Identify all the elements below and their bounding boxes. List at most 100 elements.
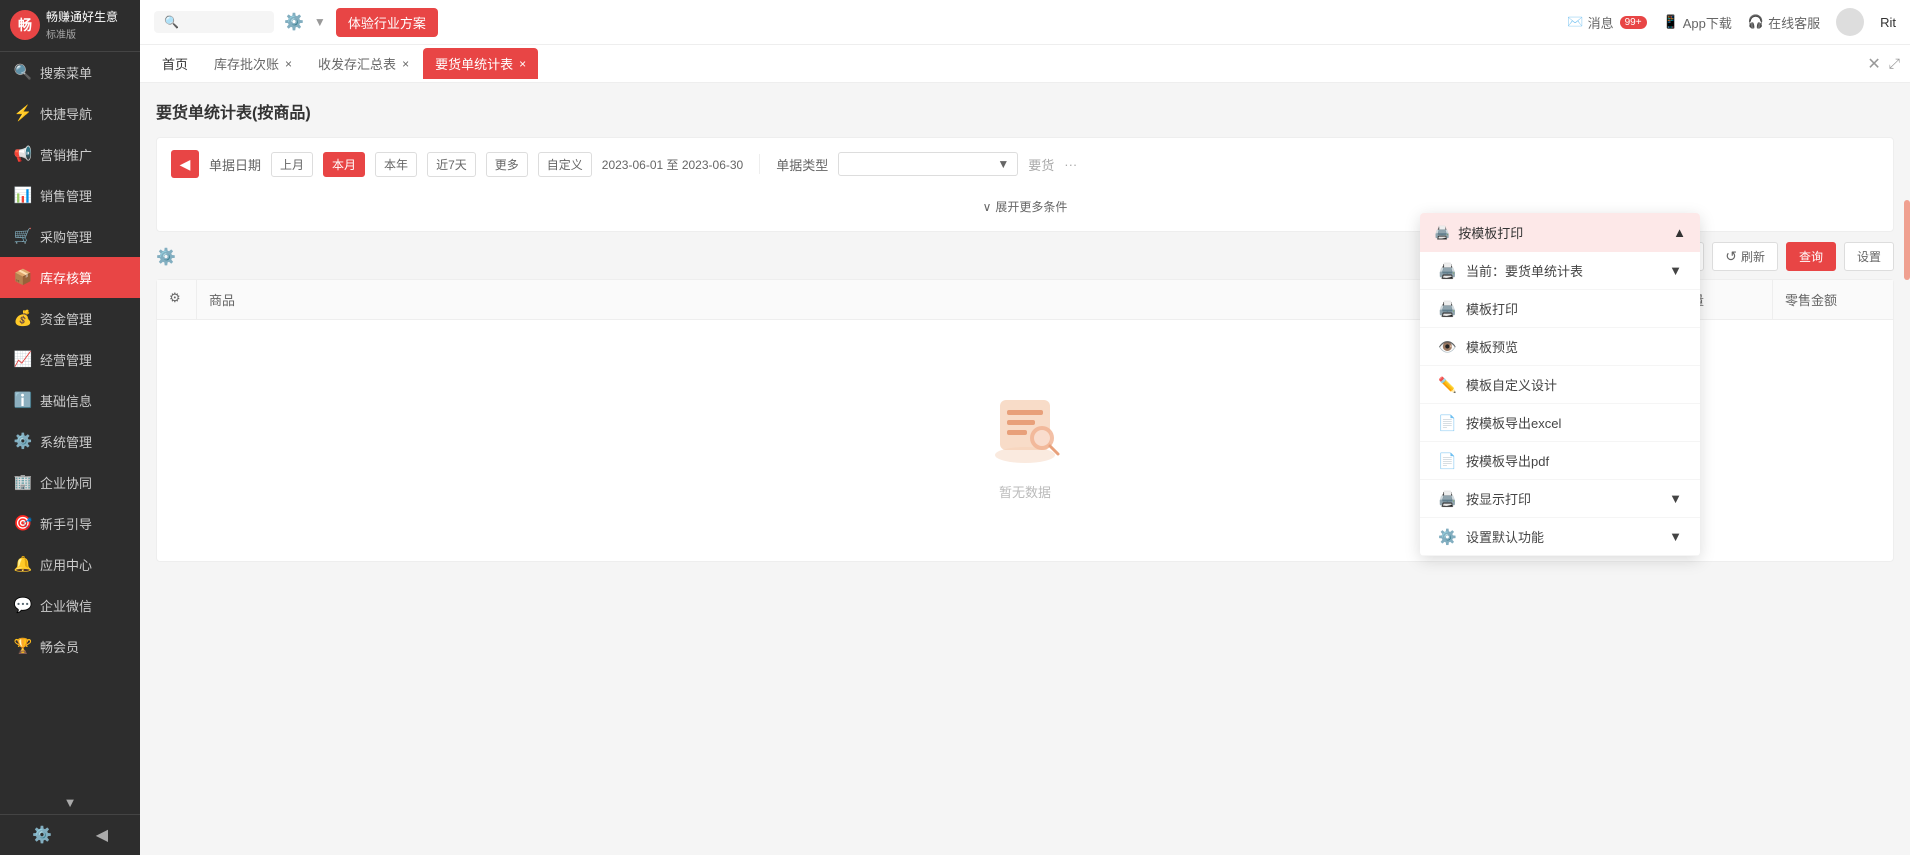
sidebar-item-member[interactable]: 🏆 畅会员 [0, 626, 140, 667]
close-window-icon[interactable]: ✕ [1867, 54, 1880, 74]
dropdown-arrow-icon[interactable]: ▼ [314, 15, 326, 29]
template-print-icon: 🖨️ [1438, 300, 1456, 318]
sidebar-item-basic[interactable]: ℹ️ 基础信息 [0, 380, 140, 421]
collapse-icon: ◀ [180, 156, 191, 173]
phone-icon: 📱 [1663, 14, 1679, 30]
operation-icon: 📈 [14, 350, 32, 368]
refresh-icon: ↺ [1725, 248, 1737, 265]
sidebar-item-marketing[interactable]: 📢 营销推广 [0, 134, 140, 175]
nav-label-operation: 经营管理 [40, 350, 92, 369]
sidebar-item-finance[interactable]: 💰 资金管理 [0, 298, 140, 339]
sidebar-logo: 畅 畅赚通好生意 标准版 [0, 0, 140, 52]
template-design-label: 模板自定义设计 [1466, 375, 1557, 394]
nav-label-purchase: 采购管理 [40, 227, 92, 246]
sidebar-item-enterprise[interactable]: 🏢 企业协同 [0, 462, 140, 503]
member-icon: 🏆 [14, 637, 32, 655]
basic-icon: ℹ️ [14, 391, 32, 409]
sidebar-item-sales[interactable]: 📊 销售管理 [0, 175, 140, 216]
date-btn-last-month[interactable]: 上月 [271, 152, 313, 177]
dropdown-display-print[interactable]: 🖨️ 按显示打印 ▼ [1420, 480, 1700, 518]
dropdown-close-icon[interactable]: ▲ [1673, 225, 1686, 240]
current-label: 当前：要货单统计表 [1466, 261, 1583, 280]
date-btn-this-year[interactable]: 本年 [375, 152, 417, 177]
tab-order-stats[interactable]: 要货单统计表 × [423, 48, 538, 79]
dropdown-current-item[interactable]: 🖨️ 当前：要货单统计表 ▼ [1420, 252, 1700, 290]
topbar-search[interactable]: 🔍 [154, 11, 274, 33]
tab-batch-label: 库存批次账 [214, 54, 279, 73]
sidebar-item-apps[interactable]: 🔔 应用中心 [0, 544, 140, 585]
nav-label-apps: 应用中心 [40, 555, 92, 574]
refresh-button[interactable]: ↺ 刷新 [1712, 242, 1778, 271]
dropdown-print-icon: 🖨️ [1434, 225, 1450, 241]
dropdown-header: 🖨️ 按模板打印 ▲ [1420, 213, 1700, 252]
sidebar-nav: 🔍 搜索菜单 ⚡ 快捷导航 📢 营销推广 📊 销售管理 🛒 采购管理 📦 库存核… [0, 52, 140, 791]
dropdown-default-func[interactable]: ⚙️ 设置默认功能 ▼ [1420, 518, 1700, 556]
topbar-settings-icon[interactable]: ⚙️ [284, 12, 304, 32]
dropdown-export-excel[interactable]: 📄 按模板导出excel [1420, 404, 1700, 442]
topbar-right: ✉️ 消息 99+ 📱 App下载 🎧 在线客服 Rit [1567, 8, 1896, 36]
tab-batch-account[interactable]: 库存批次账 × [202, 48, 304, 79]
col-settings[interactable]: ⚙ [157, 280, 197, 319]
message-badge: 99+ [1620, 16, 1647, 29]
date-btn-7days[interactable]: 近7天 [427, 152, 476, 177]
expand-more-btn[interactable]: ∨ 展开更多条件 [973, 194, 1078, 219]
date-btn-more[interactable]: 更多 [486, 152, 528, 177]
app-download-button[interactable]: 📱 App下载 [1663, 13, 1732, 32]
sidebar-item-purchase[interactable]: 🛒 采购管理 [0, 216, 140, 257]
gear-settings-icon[interactable]: ⚙️ [156, 249, 176, 266]
dropdown-template-preview[interactable]: 👁️ 模板预览 [1420, 328, 1700, 366]
dropdown-template-design[interactable]: ✏️ 模板自定义设计 [1420, 366, 1700, 404]
wechat-icon: 💬 [14, 596, 32, 614]
online-service-button[interactable]: 🎧 在线客服 [1748, 13, 1820, 32]
excel-icon: 📄 [1438, 414, 1456, 432]
sidebar: 畅 畅赚通好生意 标准版 🔍 搜索菜单 ⚡ 快捷导航 📢 营销推广 📊 销售管理… [0, 0, 140, 855]
sales-icon: 📊 [14, 186, 32, 204]
sidebar-item-system[interactable]: ⚙️ 系统管理 [0, 421, 140, 462]
date-btn-custom[interactable]: 自定义 [538, 152, 592, 177]
dropdown-export-pdf[interactable]: 📄 按模板导出pdf [1420, 442, 1700, 480]
sidebar-item-guide[interactable]: 🎯 新手引导 [0, 503, 140, 544]
settings-icon[interactable]: ⚙️ [32, 825, 52, 845]
scroll-indicator[interactable] [1904, 200, 1910, 280]
display-print-arrow-icon: ▼ [1669, 491, 1682, 506]
toggle-icon[interactable]: ◀ [96, 825, 108, 845]
user-avatar[interactable] [1836, 8, 1864, 36]
nav-label-system: 系统管理 [40, 432, 92, 451]
sidebar-scroll-down[interactable]: ▼ [0, 791, 140, 814]
settings-button[interactable]: 设置 [1844, 242, 1894, 271]
sidebar-item-search[interactable]: 🔍 搜索菜单 [0, 52, 140, 93]
dropdown-title: 按模板打印 [1458, 223, 1523, 242]
expand-label: 展开更多条件 [995, 198, 1067, 215]
sidebar-item-shortcut[interactable]: ⚡ 快捷导航 [0, 93, 140, 134]
marketing-icon: 📢 [14, 145, 32, 163]
lightning-icon: ⚡ [14, 104, 32, 122]
trial-button[interactable]: 体验行业方案 [336, 8, 438, 37]
date-btn-this-month[interactable]: 本月 [323, 152, 365, 177]
sidebar-item-wechat[interactable]: 💬 企业微信 [0, 585, 140, 626]
dropdown-template-print[interactable]: 🖨️ 模板打印 [1420, 290, 1700, 328]
app-name: 畅赚通好生意 [46, 10, 118, 26]
tab-collect-summary[interactable]: 收发存汇总表 × [306, 48, 421, 79]
nav-label-search: 搜索菜单 [40, 63, 92, 82]
sidebar-item-inventory[interactable]: 📦 库存核算 [0, 257, 140, 298]
nav-label-basic: 基础信息 [40, 391, 92, 410]
message-icon: ✉️ [1567, 14, 1583, 30]
nav-label-shortcut: 快捷导航 [40, 104, 92, 123]
search-small-icon: 🔍 [164, 15, 179, 29]
online-service-label: 在线客服 [1768, 13, 1820, 32]
tab-order-close[interactable]: × [519, 57, 526, 71]
empty-illustration [980, 380, 1070, 470]
default-func-label: 设置默认功能 [1466, 527, 1544, 546]
message-button[interactable]: ✉️ 消息 99+ [1567, 13, 1646, 32]
tab-order-label: 要货单统计表 [435, 54, 513, 73]
maximize-icon[interactable]: ⤢ [1889, 55, 1900, 72]
search-icon: 🔍 [14, 63, 32, 81]
order-type-label: 单据类型 [776, 155, 828, 174]
tab-collect-close[interactable]: × [402, 57, 409, 71]
sidebar-item-operation[interactable]: 📈 经营管理 [0, 339, 140, 380]
tab-home[interactable]: 首页 [150, 48, 200, 79]
filter-collapse-btn[interactable]: ◀ [171, 150, 199, 178]
tab-batch-close[interactable]: × [285, 57, 292, 71]
query-button[interactable]: 查询 [1786, 242, 1836, 271]
order-type-select[interactable]: ▼ [838, 152, 1018, 176]
